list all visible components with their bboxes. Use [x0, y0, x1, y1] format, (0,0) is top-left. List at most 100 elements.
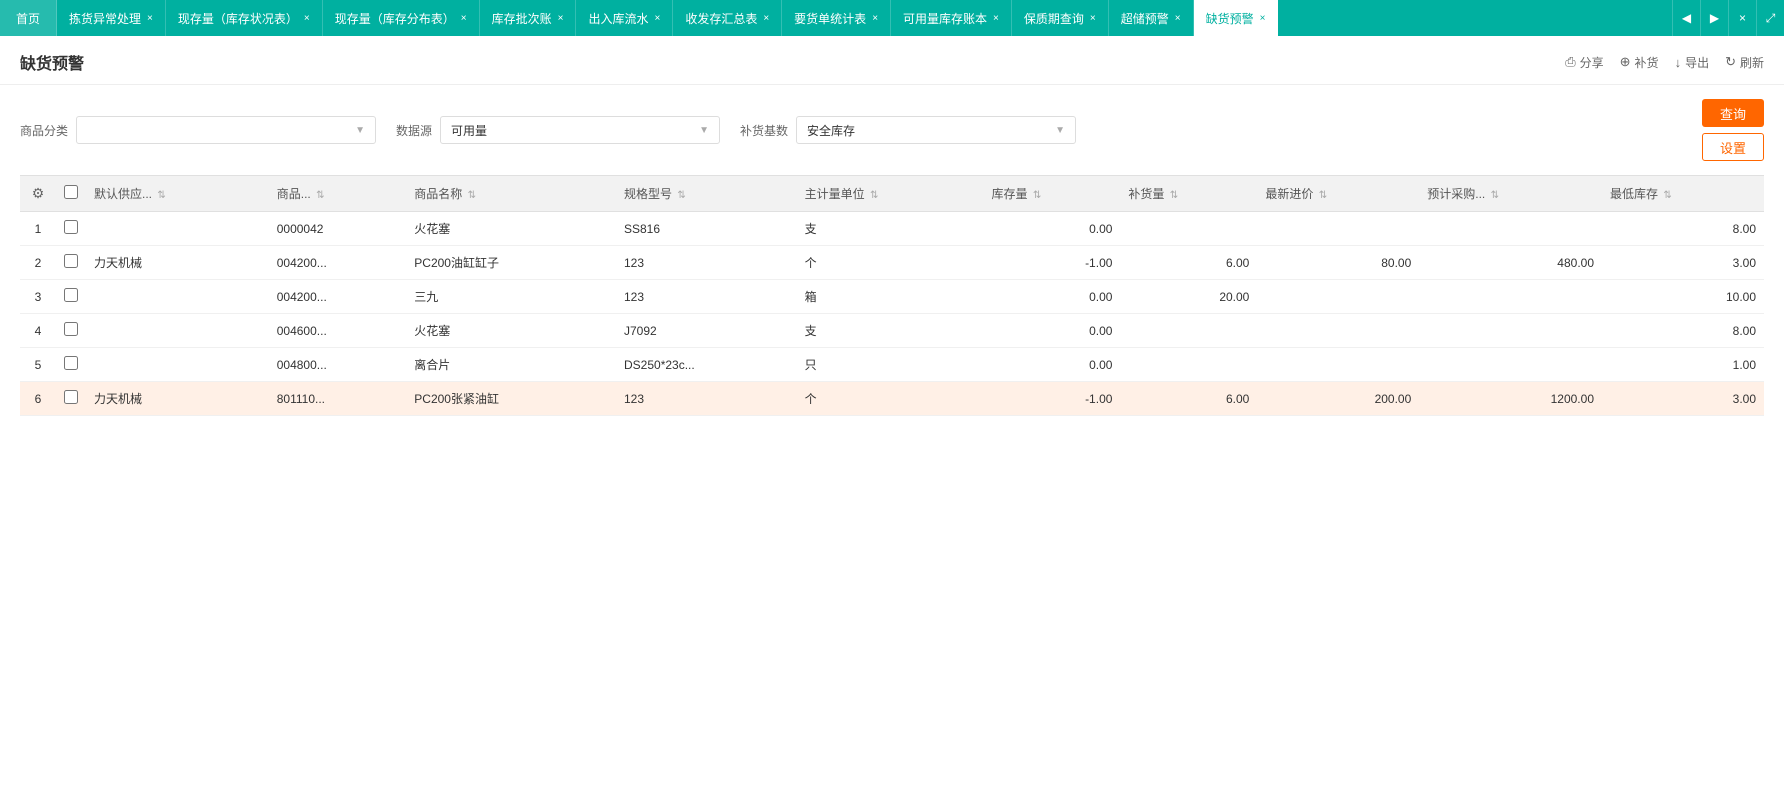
row-latest-price	[1257, 212, 1419, 246]
nav-tab-home[interactable]: 首页	[0, 0, 57, 36]
nav-close-btn[interactable]: ×	[1728, 0, 1756, 36]
nav-tab-batch-close[interactable]: ×	[558, 13, 564, 24]
row-min-stock: 3.00	[1602, 246, 1764, 280]
nav-tab-available-ledger[interactable]: 可用量库存账本 ×	[891, 0, 1012, 36]
nav-tab-shortage-close[interactable]: ×	[1260, 13, 1266, 24]
page-title: 缺货预警	[20, 50, 84, 74]
nav-expand-btn[interactable]: ⤢	[1756, 0, 1784, 36]
nav-tab-exception-close[interactable]: ×	[147, 13, 153, 24]
nav-tab-order-stats-close[interactable]: ×	[872, 13, 878, 24]
col-est-purchase[interactable]: 预计采购... ⇅	[1419, 176, 1602, 212]
sort-name-icon: ⇅	[468, 190, 476, 201]
nav-tab-overstock[interactable]: 超储预警 ×	[1109, 0, 1194, 36]
nav-arrow-left[interactable]: ◀	[1672, 0, 1700, 36]
nav-tab-expiry[interactable]: 保质期查询 ×	[1012, 0, 1109, 36]
refresh-icon: ↻	[1725, 54, 1736, 70]
col-stock-label: 库存量	[992, 187, 1028, 201]
nav-tab-inventory-status-close[interactable]: ×	[304, 13, 310, 24]
col-product-name[interactable]: 商品名称 ⇅	[406, 176, 616, 212]
row-stock: 0.00	[984, 348, 1121, 382]
nav-tab-shortage[interactable]: 缺货预警 ×	[1194, 0, 1279, 36]
settings-button[interactable]: 设置	[1702, 133, 1764, 161]
row-checkbox-cell	[56, 212, 86, 246]
sort-unit-icon: ⇅	[870, 190, 878, 201]
nav-tab-inout-flow-close[interactable]: ×	[654, 13, 660, 24]
row-min-stock: 1.00	[1602, 348, 1764, 382]
nav-tab-inout-flow[interactable]: 出入库流水 ×	[576, 0, 673, 36]
sort-spec-icon: ⇅	[677, 190, 685, 201]
nav-tab-expiry-label: 保质期查询	[1024, 10, 1084, 27]
row-replenish	[1120, 348, 1257, 382]
row-checkbox[interactable]	[64, 390, 78, 404]
row-index: 3	[20, 280, 56, 314]
row-product-code: 004200...	[269, 246, 407, 280]
col-min-stock[interactable]: 最低库存 ⇅	[1602, 176, 1764, 212]
nav-tab-available-ledger-close[interactable]: ×	[993, 13, 999, 24]
query-button[interactable]: 查询	[1702, 99, 1764, 127]
table-row: 3 004200... 三九 123 箱 0.00 20.00 10.00	[20, 280, 1764, 314]
row-product-code: 004600...	[269, 314, 407, 348]
row-product-name: 火花塞	[406, 212, 616, 246]
nav-tab-order-stats-label: 要货单统计表	[794, 10, 866, 27]
nav-tab-receipt-summary[interactable]: 收发存汇总表 ×	[673, 0, 782, 36]
datasource-arrow-icon: ▼	[699, 125, 709, 136]
row-checkbox[interactable]	[64, 220, 78, 234]
row-replenish	[1120, 212, 1257, 246]
select-all-checkbox[interactable]	[64, 185, 78, 199]
row-product-name: PC200张紧油缸	[406, 382, 616, 416]
sort-price-icon: ⇅	[1319, 190, 1327, 201]
row-checkbox[interactable]	[64, 356, 78, 370]
col-latest-price[interactable]: 最新进价 ⇅	[1257, 176, 1419, 212]
row-min-stock: 10.00	[1602, 280, 1764, 314]
nav-tab-home-label: 首页	[16, 10, 40, 27]
nav-tab-order-stats[interactable]: 要货单统计表 ×	[782, 0, 891, 36]
nav-tab-inventory-status[interactable]: 现存量（库存状况表） ×	[166, 0, 323, 36]
col-spec[interactable]: 规格型号 ⇅	[616, 176, 797, 212]
row-latest-price	[1257, 348, 1419, 382]
col-stock[interactable]: 库存量 ⇅	[984, 176, 1121, 212]
col-latest-price-label: 最新进价	[1265, 187, 1313, 201]
settings-gear-icon[interactable]: ⚙	[32, 185, 45, 201]
nav-tab-exception[interactable]: 拣货异常处理 ×	[57, 0, 166, 36]
export-button[interactable]: ↓ 导出	[1675, 54, 1710, 71]
refresh-button[interactable]: ↻ 刷新	[1725, 54, 1764, 71]
nav-tab-inventory-dist-close[interactable]: ×	[461, 13, 467, 24]
sort-est-icon: ⇅	[1491, 190, 1499, 201]
row-replenish	[1120, 314, 1257, 348]
nav-arrow-right[interactable]: ▶	[1700, 0, 1728, 36]
row-product-code: 801110...	[269, 382, 407, 416]
datasource-label: 数据源	[396, 122, 432, 139]
nav-tab-inventory-dist[interactable]: 现存量（库存分布表） ×	[323, 0, 480, 36]
datasource-value: 可用量	[451, 122, 487, 139]
row-checkbox[interactable]	[64, 322, 78, 336]
row-product-name: 离合片	[406, 348, 616, 382]
table-row: 1 0000042 火花塞 SS816 支 0.00 8.00	[20, 212, 1764, 246]
table-row: 5 004800... 离合片 DS250*23c... 只 0.00 1.00	[20, 348, 1764, 382]
row-checkbox-cell	[56, 382, 86, 416]
col-product-code[interactable]: 商品... ⇅	[269, 176, 407, 212]
row-supplier: 力天机械	[86, 382, 269, 416]
category-select[interactable]: ▼	[76, 116, 376, 144]
col-default-supplier[interactable]: 默认供应... ⇅	[86, 176, 269, 212]
nav-tab-receipt-summary-close[interactable]: ×	[763, 13, 769, 24]
col-replenish[interactable]: 补货量 ⇅	[1120, 176, 1257, 212]
row-unit: 支	[797, 212, 984, 246]
share-button[interactable]: ⎙ 分享	[1565, 54, 1603, 71]
nav-tab-expiry-close[interactable]: ×	[1090, 13, 1096, 24]
nav-tab-overstock-close[interactable]: ×	[1175, 13, 1181, 24]
datasource-select[interactable]: 可用量 ▼	[440, 116, 720, 144]
nav-tab-batch[interactable]: 库存批次账 ×	[480, 0, 577, 36]
row-supplier: 力天机械	[86, 246, 269, 280]
row-unit: 只	[797, 348, 984, 382]
share-label: 分享	[1580, 54, 1604, 71]
replenish-button[interactable]: ⊕ 补货	[1620, 54, 1659, 71]
filter-actions: 查询 设置	[1702, 99, 1764, 161]
row-checkbox[interactable]	[64, 254, 78, 268]
row-latest-price	[1257, 280, 1419, 314]
col-unit[interactable]: 主计量单位 ⇅	[797, 176, 984, 212]
share-icon: ⎙	[1565, 54, 1575, 70]
replenish-basis-select[interactable]: 安全库存 ▼	[796, 116, 1076, 144]
row-supplier	[86, 348, 269, 382]
export-label: 导出	[1685, 54, 1709, 71]
row-checkbox[interactable]	[64, 288, 78, 302]
